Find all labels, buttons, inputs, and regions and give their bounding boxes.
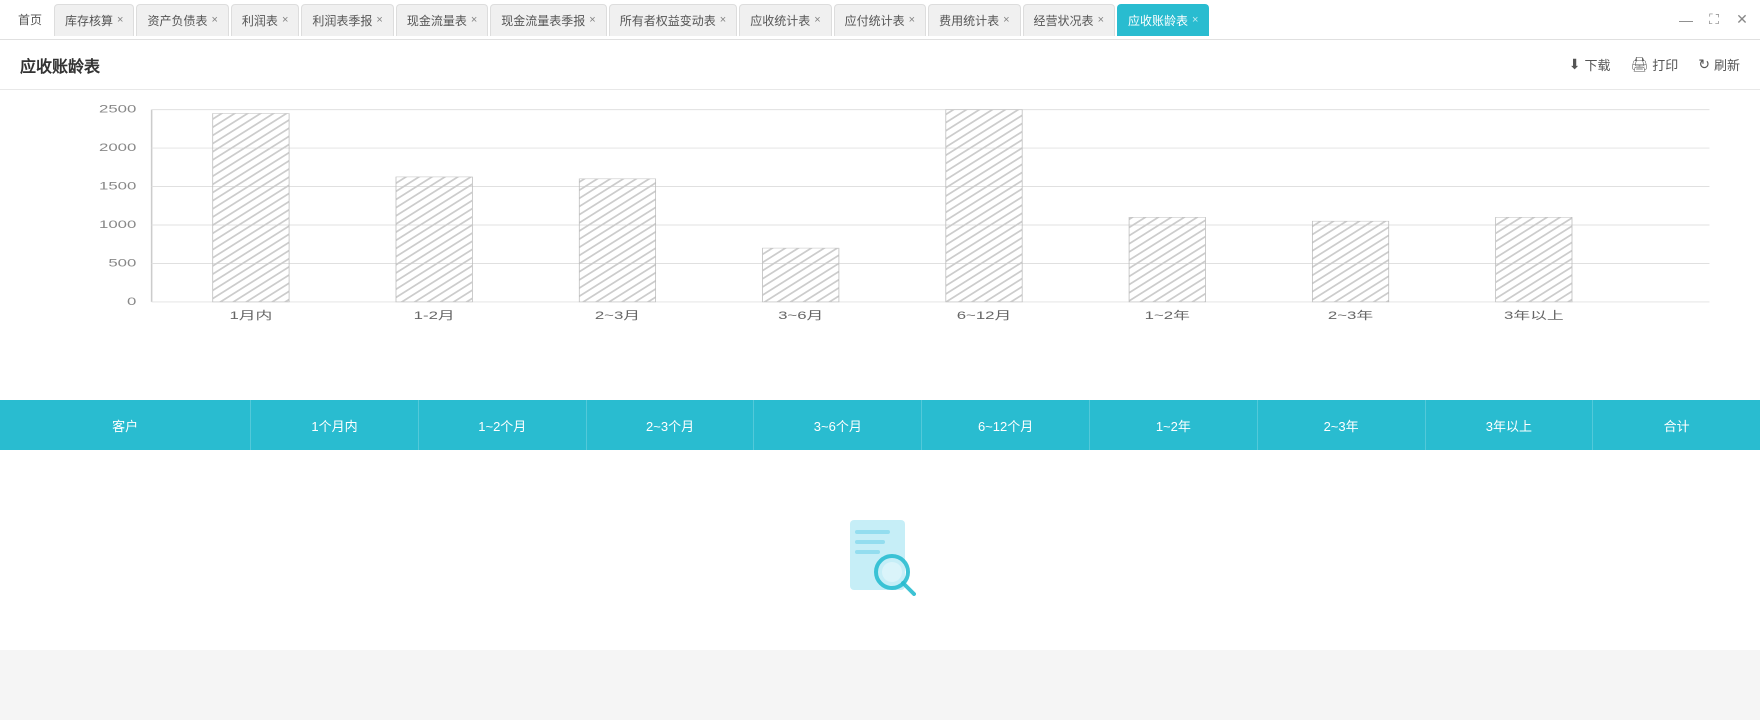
close-profit-quarterly-tab[interactable]: × (376, 14, 382, 26)
tab-ar-stat[interactable]: 应收统计表 × (739, 4, 831, 36)
tab-cashflow-quarterly[interactable]: 现金流量表季报 × (490, 4, 606, 36)
table-header: 客户 1个月内 1~2个月 2~3个月 3~6个月 6~12个月 1~2年 2~… (0, 400, 1760, 450)
print-button[interactable]: 🖨 打印 (1630, 55, 1678, 74)
tab-inventory[interactable]: 库存核算 × (54, 4, 134, 36)
svg-text:500: 500 (108, 257, 136, 269)
refresh-icon: ↻ (1698, 56, 1710, 73)
refresh-button[interactable]: ↻ 刷新 (1698, 55, 1740, 74)
empty-icon (830, 510, 930, 610)
svg-text:0: 0 (127, 295, 137, 307)
download-button[interactable]: ⬇ 下载 (1569, 55, 1611, 74)
tab-profit[interactable]: 利润表 × (231, 4, 299, 36)
minimize-button[interactable]: — (1676, 10, 1696, 30)
tab-bar: 首页 库存核算 × 资产负债表 × 利润表 × 利润表季报 × 现金流量表 × … (0, 0, 1760, 40)
close-balance-tab[interactable]: × (211, 14, 217, 26)
svg-text:6~12月: 6~12月 (957, 309, 1012, 321)
window-controls: — ⛶ ✕ (1676, 10, 1752, 30)
svg-text:1-2月: 1-2月 (414, 309, 455, 321)
svg-text:2~3年: 2~3年 (1328, 309, 1373, 321)
content-area: 0 500 1000 1500 2000 2500 1月内 1-2月 2~3月 (0, 90, 1760, 650)
bar-chart: 0 500 1000 1500 2000 2500 1月内 1-2月 2~3月 (60, 100, 1740, 350)
col-customer: 客户 (0, 400, 251, 450)
tab-profit-quarterly[interactable]: 利润表季报 × (301, 4, 393, 36)
tab-cashflow[interactable]: 现金流量表 × (396, 4, 488, 36)
tab-equity[interactable]: 所有者权益变动表 × (609, 4, 737, 36)
col-month1: 1个月内 (251, 400, 419, 450)
close-ar-aging-tab[interactable]: × (1192, 14, 1198, 26)
svg-text:3年以上: 3年以上 (1504, 309, 1564, 321)
tab-operation[interactable]: 经营状况表 × (1023, 4, 1115, 36)
col-year1to2: 1~2年 (1090, 400, 1258, 450)
close-expense-tab[interactable]: × (1003, 14, 1009, 26)
col-month2to3: 2~3个月 (587, 400, 755, 450)
svg-text:2000: 2000 (99, 141, 137, 153)
svg-text:2~3月: 2~3月 (595, 309, 640, 321)
close-cashflow-quarterly-tab[interactable]: × (589, 14, 595, 26)
print-icon: 🖨 (1630, 56, 1648, 73)
col-month1to2: 1~2个月 (419, 400, 587, 450)
col-month6to12: 6~12个月 (922, 400, 1090, 450)
svg-text:1500: 1500 (99, 180, 137, 192)
download-icon: ⬇ (1569, 56, 1581, 73)
tab-balance[interactable]: 资产负债表 × (136, 4, 228, 36)
tab-ar-aging[interactable]: 应收账龄表 × (1117, 4, 1209, 36)
col-year3plus: 3年以上 (1426, 400, 1594, 450)
close-ap-stat-tab[interactable]: × (909, 14, 915, 26)
close-equity-tab[interactable]: × (720, 14, 726, 26)
svg-text:3~6月: 3~6月 (778, 309, 823, 321)
tab-home[interactable]: 首页 (8, 11, 52, 28)
header-actions: ⬇ 下载 🖨 打印 ↻ 刷新 (1569, 55, 1740, 74)
svg-text:1000: 1000 (99, 218, 137, 230)
col-total: 合计 (1593, 400, 1760, 450)
chart-container: 0 500 1000 1500 2000 2500 1月内 1-2月 2~3月 (0, 90, 1760, 390)
svg-text:2500: 2500 (99, 103, 137, 115)
close-inventory-tab[interactable]: × (117, 14, 123, 26)
close-ar-stat-tab[interactable]: × (814, 14, 820, 26)
col-year2to3: 2~3年 (1258, 400, 1426, 450)
svg-text:1月内: 1月内 (229, 309, 272, 321)
page-header: 应收账龄表 ⬇ 下载 🖨 打印 ↻ 刷新 (0, 40, 1760, 90)
close-profit-tab[interactable]: × (282, 14, 288, 26)
tab-expense[interactable]: 费用统计表 × (928, 4, 1020, 36)
col-month3to6: 3~6个月 (754, 400, 922, 450)
tab-ap-stat[interactable]: 应付统计表 × (834, 4, 926, 36)
svg-text:1~2年: 1~2年 (1145, 309, 1190, 321)
close-button[interactable]: ✕ (1732, 10, 1752, 30)
maximize-button[interactable]: ⛶ (1704, 10, 1724, 30)
close-operation-tab[interactable]: × (1098, 14, 1104, 26)
page-title: 应收账龄表 (20, 53, 100, 77)
close-cashflow-tab[interactable]: × (471, 14, 477, 26)
empty-state (0, 450, 1760, 650)
